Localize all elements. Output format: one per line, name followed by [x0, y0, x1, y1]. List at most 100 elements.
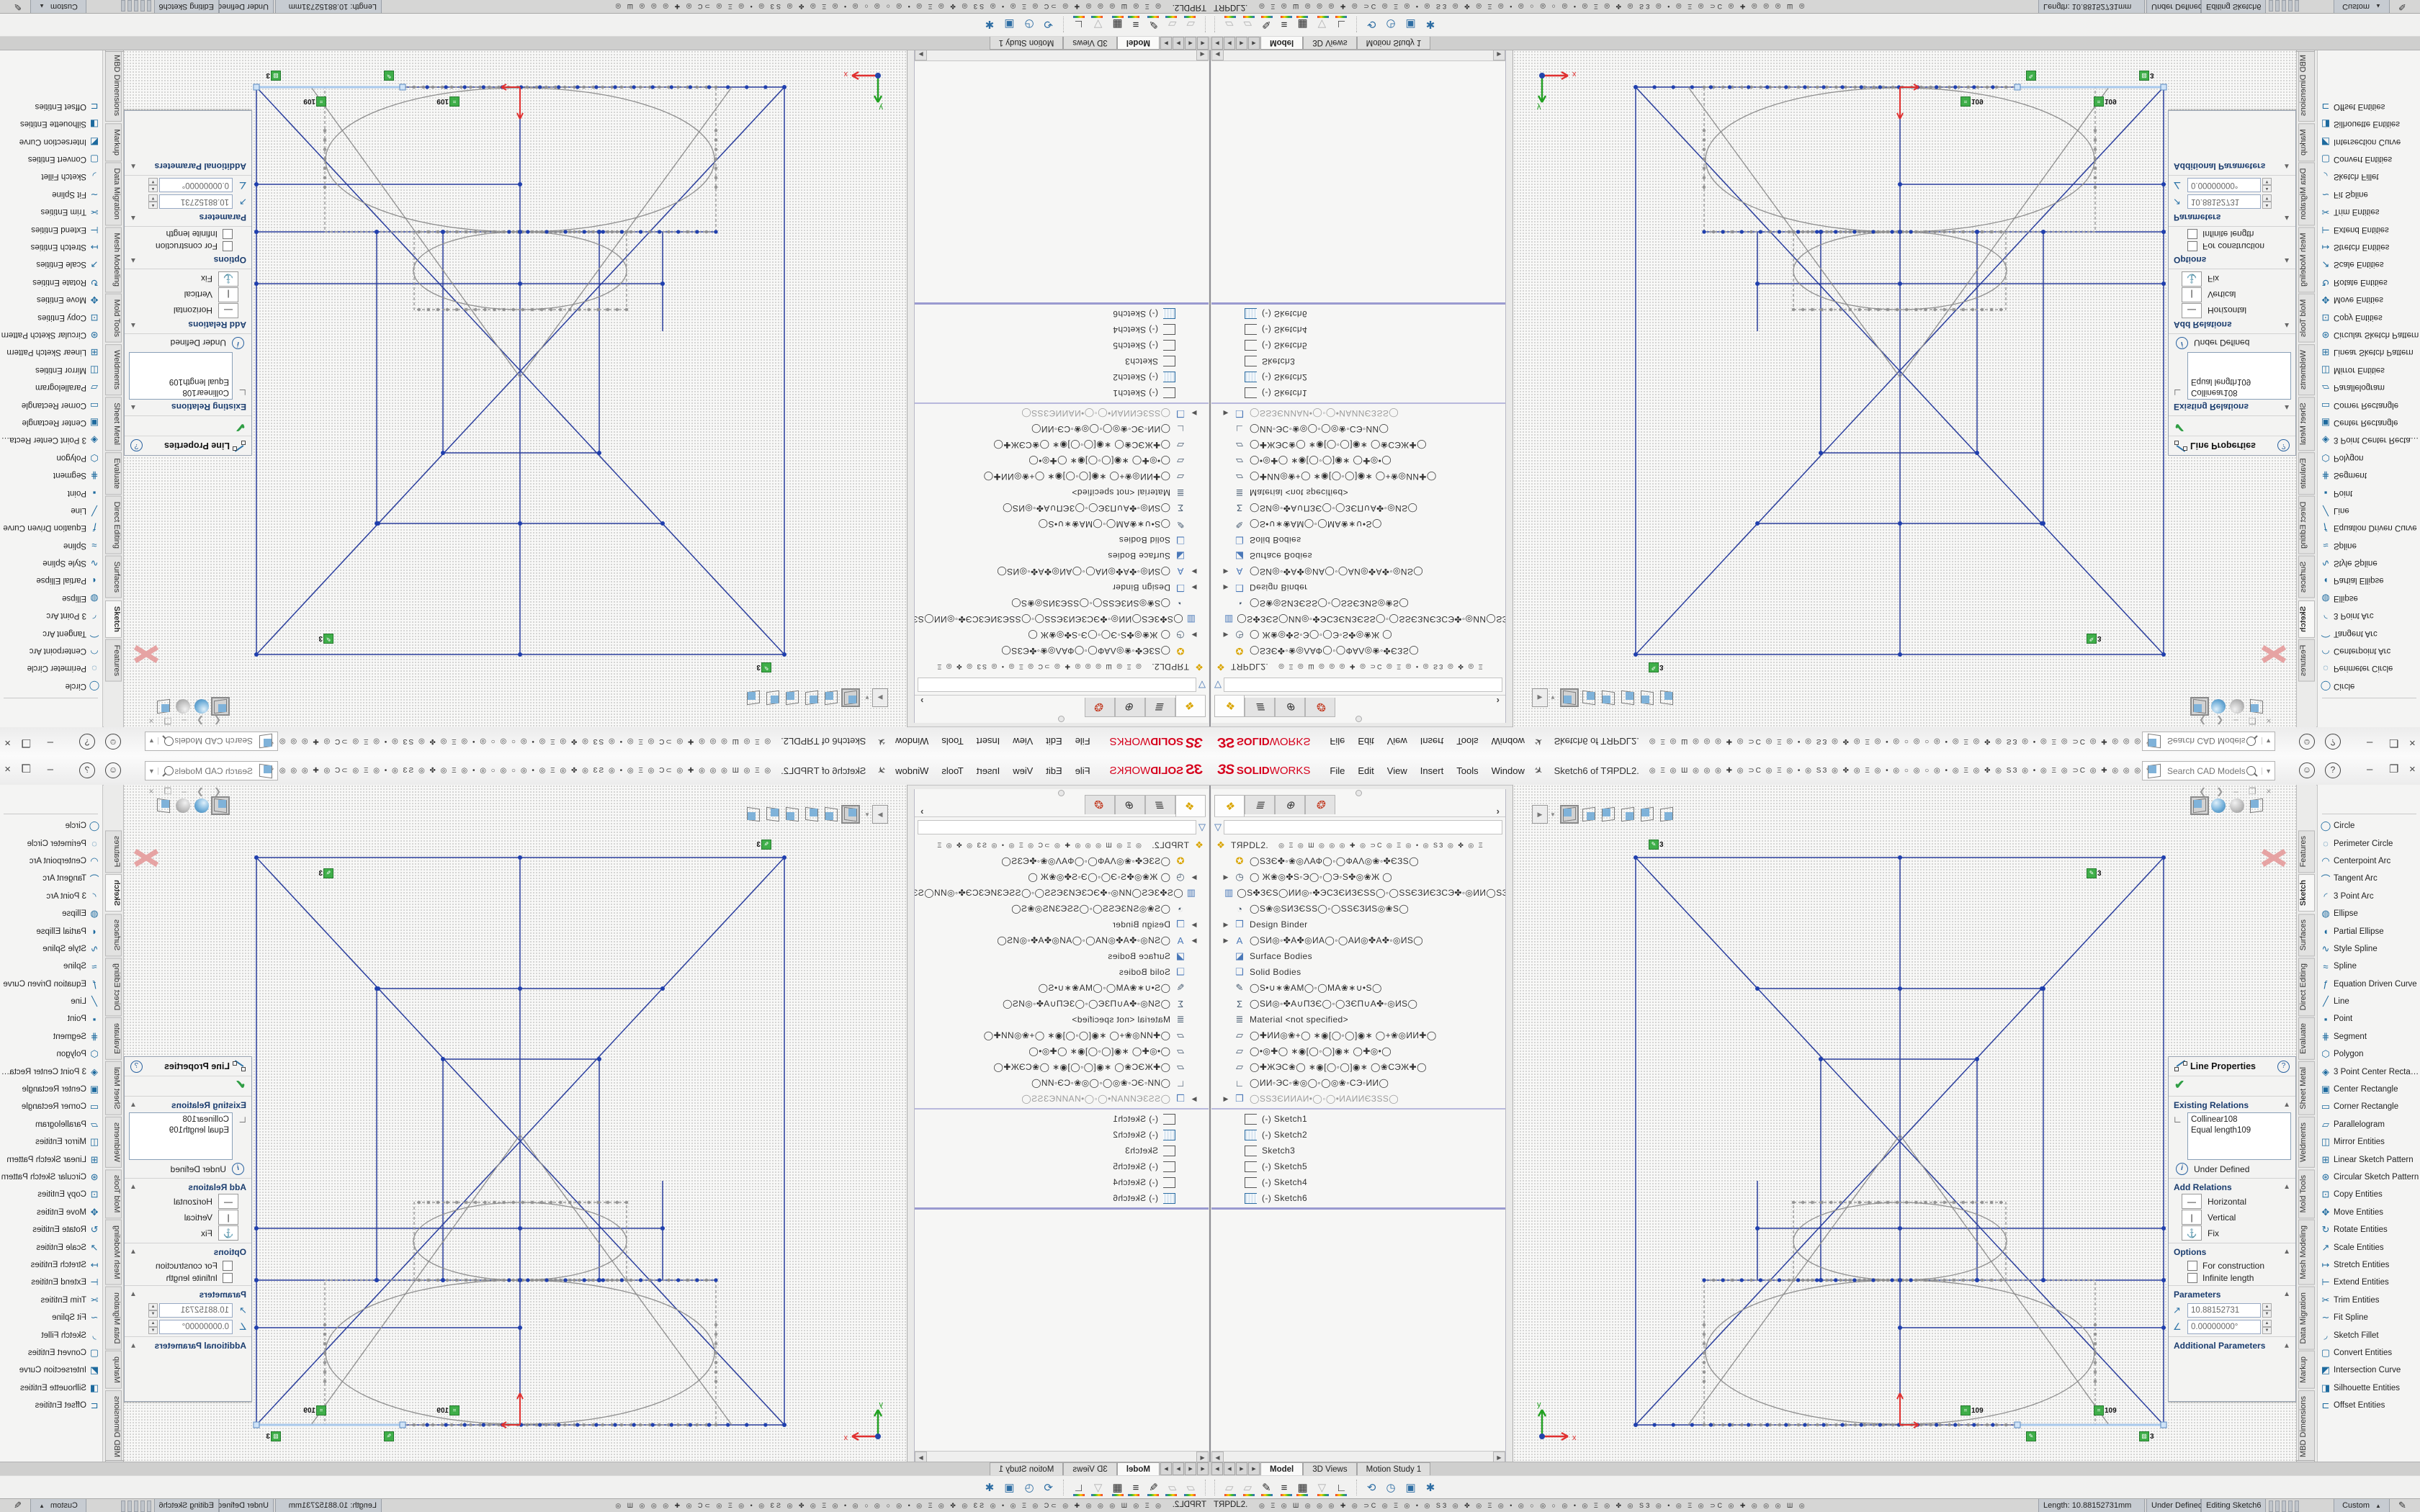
status-custom-dropdown[interactable]: Custom▲ [2334, 0, 2390, 13]
tree-item[interactable]: ∟ ◯ИИ◦ЭС◦❀◎◯◦◯◎❀◦СЭ◦ИИ◯ [915, 421, 1209, 437]
search-box[interactable]: ⬙ ▼ [145, 761, 278, 780]
collapse-chevron-icon[interactable]: ▲ [130, 403, 137, 411]
tool-item[interactable]: ✂ Trim Entities [0, 203, 102, 220]
menu-item[interactable]: File [1323, 734, 1351, 750]
status-tag-icon[interactable]: ✎ [2398, 1, 2406, 12]
toolbar-icon[interactable]: ▦ [1297, 1481, 1307, 1494]
menu-item[interactable]: Window [889, 734, 935, 750]
view-cube-icon[interactable] [745, 806, 761, 822]
search-icon[interactable] [164, 766, 174, 775]
tool-item[interactable]: ✂ Trim Entities [0, 1292, 102, 1309]
tab-nav-icon[interactable]: ◀ [1211, 1462, 1223, 1475]
collapse-chevron-icon[interactable]: ▲ [2283, 1248, 2290, 1256]
panel-help-icon[interactable]: ? [130, 440, 143, 452]
tool-item[interactable]: ƒ Equation Driven Curve [2318, 519, 2420, 536]
sketch-list-item[interactable]: (-) Sketch5 [915, 1158, 1209, 1174]
tree-root-item[interactable]: ❖ TЯPDL2. ◎ Ξ ◎ Ш ◎ ◎ ◎ ✚ ◎ ⊃С ◎ Ξ ◎ • ◎… [1211, 837, 1505, 853]
view-cube-icon[interactable] [1600, 806, 1616, 822]
tool-item[interactable]: ⊞ Linear Sketch Pattern [0, 1151, 102, 1168]
search-dropdown-icon[interactable]: ▼ [2262, 768, 2275, 775]
command-tab[interactable]: Weldments [2298, 1117, 2315, 1168]
tool-item[interactable]: ⊛ Circular Sketch Pattern [0, 326, 102, 343]
feature-manager-tab[interactable]: ⊕ [1115, 698, 1145, 717]
collapse-chevron-icon[interactable]: ▲ [130, 214, 137, 222]
tree-item[interactable]: ▶ ❒ Design Binder [1211, 580, 1505, 595]
relation-item[interactable]: Collinear108 [2191, 387, 2287, 397]
command-tab[interactable]: Mold Tools [2298, 1169, 2315, 1218]
tool-item[interactable]: ↻ Rotate Entities [2318, 1221, 2420, 1238]
toolbar-icon[interactable]: ∟ [1073, 1482, 1084, 1494]
tree-item[interactable]: ◔ ◯Ѕ❀◎ЅИЗЄЅЅ◯◦◯ЅЅЄЗИЅ◎❀Ѕ◯ [915, 901, 1209, 917]
search-icon[interactable] [2246, 737, 2256, 746]
relation-button[interactable]: ⚓ [218, 271, 238, 287]
tree-item[interactable]: ∟ ◯ИИ◦ЭС◦❀◎◯◦◯◎❀◦СЭ◦ИИ◯ [1211, 1075, 1505, 1091]
relation-item[interactable]: Collinear108 [133, 1115, 229, 1125]
tab-nav-icon[interactable]: ◀ [1224, 1462, 1235, 1475]
document-window-buttons[interactable]: ❮❯ –❐ × [2199, 716, 2282, 726]
tool-item[interactable]: ◨ Silhouette Entities [0, 1380, 102, 1397]
tool-item[interactable]: ✥ Move Entities [2318, 1204, 2420, 1221]
tool-item[interactable]: ◖ Partial Ellipse [2318, 572, 2420, 589]
command-tab[interactable]: Direct Editing [105, 958, 122, 1016]
command-tab[interactable]: Data Migration [2298, 163, 2315, 226]
tool-item[interactable]: ◜ 3 Point Arc [2318, 888, 2420, 905]
feature-manager-tab[interactable]: ❂ [1305, 698, 1335, 717]
tree-item[interactable]: ▥ ◯Ѕ✤ЗЄЅ◯ИИ◎◦✤ЭСЗЄИЗЄЅЅ◯◦◯ЅЅЄЗИЄЗСЭ✤◦◎ИИ… [1211, 611, 1505, 627]
toolbar-icon[interactable]: ≡ [1133, 1482, 1139, 1494]
tree-item[interactable]: ▱ ◯•◎✚◯ ∗◉[◯◦◯]◉∗ ◯✚◎•◯ [1211, 1043, 1505, 1059]
toolbar-icon[interactable]: ∟ [1336, 19, 1347, 31]
tool-item[interactable]: ◩ Intersection Curve [0, 1362, 102, 1379]
tool-item[interactable]: ▣ Center Rectangle [2318, 414, 2420, 431]
command-tab[interactable]: Features [2298, 639, 2315, 682]
status-tag-icon[interactable]: ✎ [14, 1500, 22, 1511]
relation-item[interactable]: Collinear108 [133, 387, 229, 397]
command-tab[interactable]: MBD Dimensions [105, 1390, 122, 1463]
splitter-handle[interactable] [1058, 716, 1065, 722]
parameter-field[interactable]: 10.88152731 [159, 1303, 233, 1318]
tree-item[interactable]: ✎ ◯Ѕ•∪∗❀АМ◯◦◯МА❀∗∪•Ѕ◯ [915, 980, 1209, 996]
command-tab[interactable]: Sheet Metal [105, 397, 122, 451]
view-cube-icon[interactable] [2249, 698, 2264, 714]
tool-item[interactable]: ↦ Stretch Entities [0, 1256, 102, 1274]
tool-item[interactable]: ◫ Mirror Entities [0, 1133, 102, 1151]
command-tab[interactable]: Sketch [105, 600, 122, 638]
relations-list[interactable]: Collinear108Equal length109 [129, 352, 233, 400]
command-tab[interactable]: Surfaces [2298, 914, 2315, 956]
tool-item[interactable]: ▢ Convert Entities [2318, 1344, 2420, 1362]
checkbox[interactable] [2187, 241, 2197, 251]
tree-item[interactable]: ❑ Solid Bodies [1211, 532, 1505, 548]
tool-item[interactable]: ◨ Silhouette Entities [2318, 1380, 2420, 1397]
tree-item[interactable]: ▱ ◯✚ЖЭС❀◯ ∗◉[◯◦◯]◉∗ ◯❀СЭЖ✚◯ [915, 1059, 1209, 1075]
tool-item[interactable]: ≈ Spline [0, 958, 102, 975]
user-account-button[interactable]: ☺ [105, 734, 121, 750]
tool-item[interactable]: ◫ Mirror Entities [0, 361, 102, 379]
tree-item[interactable]: ✎ ◯Ѕ•∪∗❀АМ◯◦◯МА❀∗∪•Ѕ◯ [915, 516, 1209, 532]
tree-item[interactable]: ▱ ◯✚ИИ◎❀+◯ ∗◉[◯◦◯]◉∗ ◯+❀◎ИИ✚◯ [915, 1027, 1209, 1043]
view-cube-icon[interactable] [1620, 690, 1636, 706]
view-cube-icon[interactable] [823, 806, 839, 822]
tool-item[interactable]: ≈ Spline [2318, 536, 2420, 554]
tool-item[interactable]: ⊏ Offset Entities [0, 1397, 102, 1414]
tree-item[interactable]: ≣ Material <not specified> [915, 485, 1209, 500]
tool-item[interactable]: ⊞ Linear Sketch Pattern [2318, 343, 2420, 361]
view-cube-icon[interactable] [804, 690, 820, 706]
expander-icon[interactable]: ▶ [1222, 568, 1230, 576]
sketch-list-item[interactable]: (-) Sketch6 [1211, 306, 1505, 322]
expander-icon[interactable]: ▶ [1190, 1095, 1198, 1103]
checkbox[interactable] [223, 229, 233, 239]
document-window-buttons[interactable]: ❮❯ –❐ × [138, 716, 221, 726]
tab-nav-icon[interactable]: ▶ [1173, 37, 1184, 50]
toolbar-icon[interactable]: ▣ [1406, 18, 1416, 31]
tool-item[interactable]: ◈ 3 Point Center Recta… [2318, 1063, 2420, 1080]
tool-item[interactable]: ▢ Convert Entities [2318, 150, 2420, 168]
tool-item[interactable]: ◩ Intersection Curve [2318, 1362, 2420, 1379]
tool-item[interactable]: ⊏ Offset Entities [0, 98, 102, 115]
search-input[interactable] [2166, 736, 2246, 747]
tool-item[interactable]: ▣ Center Rectangle [2318, 1081, 2420, 1098]
menu-item[interactable]: Window [889, 762, 935, 779]
parameter-field[interactable]: 0.00000000° [2187, 178, 2261, 192]
minimize-button[interactable]: – [48, 762, 53, 778]
pin-icon[interactable]: ✈ [1531, 763, 1545, 778]
view-cube-icon[interactable] [1620, 806, 1636, 822]
tool-item[interactable]: ◞ Sketch Fillet [2318, 1326, 2420, 1344]
